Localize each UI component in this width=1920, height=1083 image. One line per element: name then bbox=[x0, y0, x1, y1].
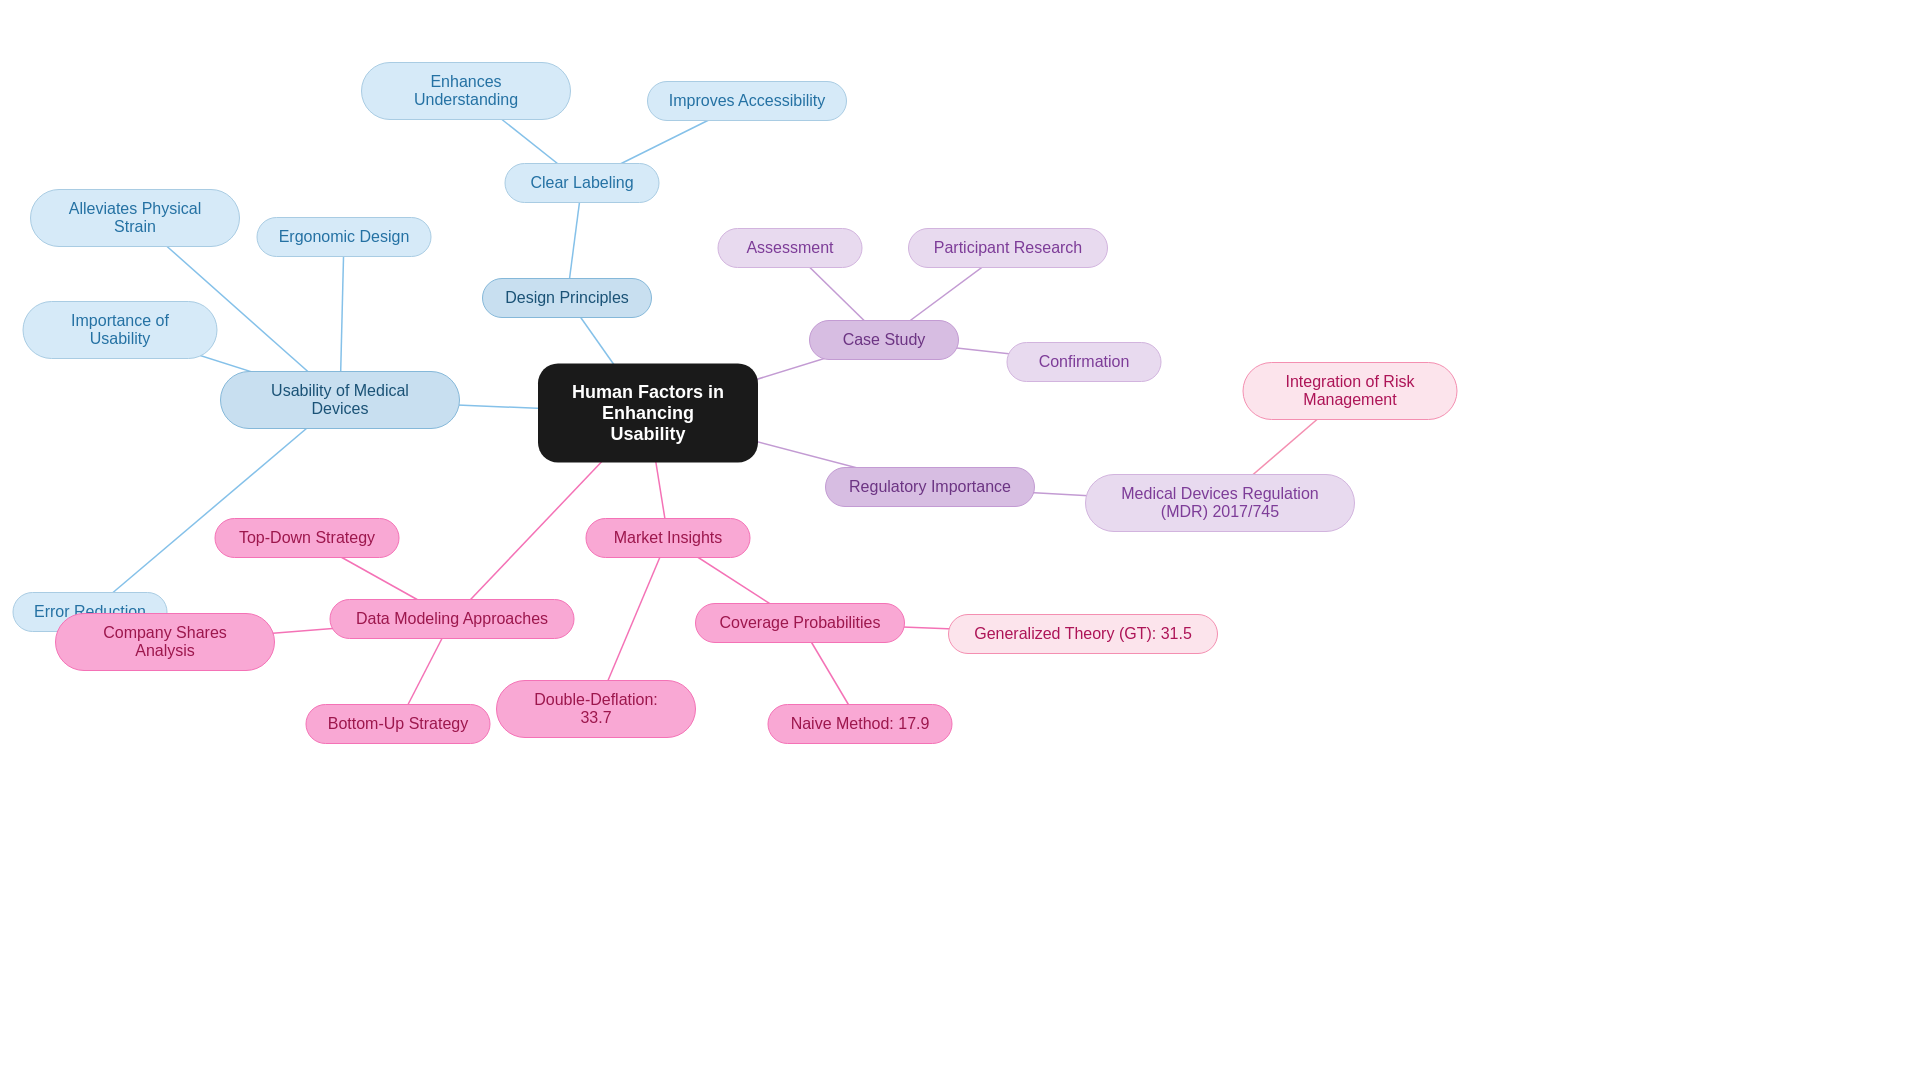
node-assessment[interactable]: Assessment bbox=[718, 228, 863, 268]
node-regulatory_importance[interactable]: Regulatory Importance bbox=[825, 467, 1035, 507]
node-double_deflation[interactable]: Double-Deflation: 33.7 bbox=[496, 680, 696, 738]
node-importance_of_usability[interactable]: Importance of Usability bbox=[23, 301, 218, 359]
node-enhances_understanding[interactable]: Enhances Understanding bbox=[361, 62, 571, 120]
mind-map: Human Factors in Enhancing Usability Usab… bbox=[0, 0, 1920, 1083]
node-integration_of_risk_management[interactable]: Integration of Risk Management bbox=[1243, 362, 1458, 420]
node-ergonomic_design[interactable]: Ergonomic Design bbox=[257, 217, 432, 257]
node-participant_research[interactable]: Participant Research bbox=[908, 228, 1108, 268]
node-center[interactable]: Human Factors in Enhancing Usability bbox=[538, 364, 758, 463]
node-case_study[interactable]: Case Study bbox=[809, 320, 959, 360]
node-naive_method[interactable]: Naive Method: 17.9 bbox=[768, 704, 953, 744]
node-confirmation[interactable]: Confirmation bbox=[1007, 342, 1162, 382]
node-medical_devices_regulation[interactable]: Medical Devices Regulation (MDR) 2017/74… bbox=[1085, 474, 1355, 532]
node-improves_accessibility[interactable]: Improves Accessibility bbox=[647, 81, 847, 121]
node-bottom_up_strategy[interactable]: Bottom-Up Strategy bbox=[306, 704, 491, 744]
node-clear_labeling[interactable]: Clear Labeling bbox=[505, 163, 660, 203]
node-usability_of_medical_devices[interactable]: Usability of Medical Devices bbox=[220, 371, 460, 429]
svg-line-4 bbox=[90, 400, 340, 612]
node-top_down_strategy[interactable]: Top-Down Strategy bbox=[215, 518, 400, 558]
node-market_insights[interactable]: Market Insights bbox=[586, 518, 751, 558]
node-alleviates_physical_strain[interactable]: Alleviates Physical Strain bbox=[30, 189, 240, 247]
node-design_principles[interactable]: Design Principles bbox=[482, 278, 652, 318]
node-company_shares_analysis[interactable]: Company Shares Analysis bbox=[55, 613, 275, 671]
node-generalized_theory[interactable]: Generalized Theory (GT): 31.5 bbox=[948, 614, 1218, 654]
node-coverage_probabilities[interactable]: Coverage Probabilities bbox=[695, 603, 905, 643]
node-data_modeling_approaches[interactable]: Data Modeling Approaches bbox=[330, 599, 575, 639]
